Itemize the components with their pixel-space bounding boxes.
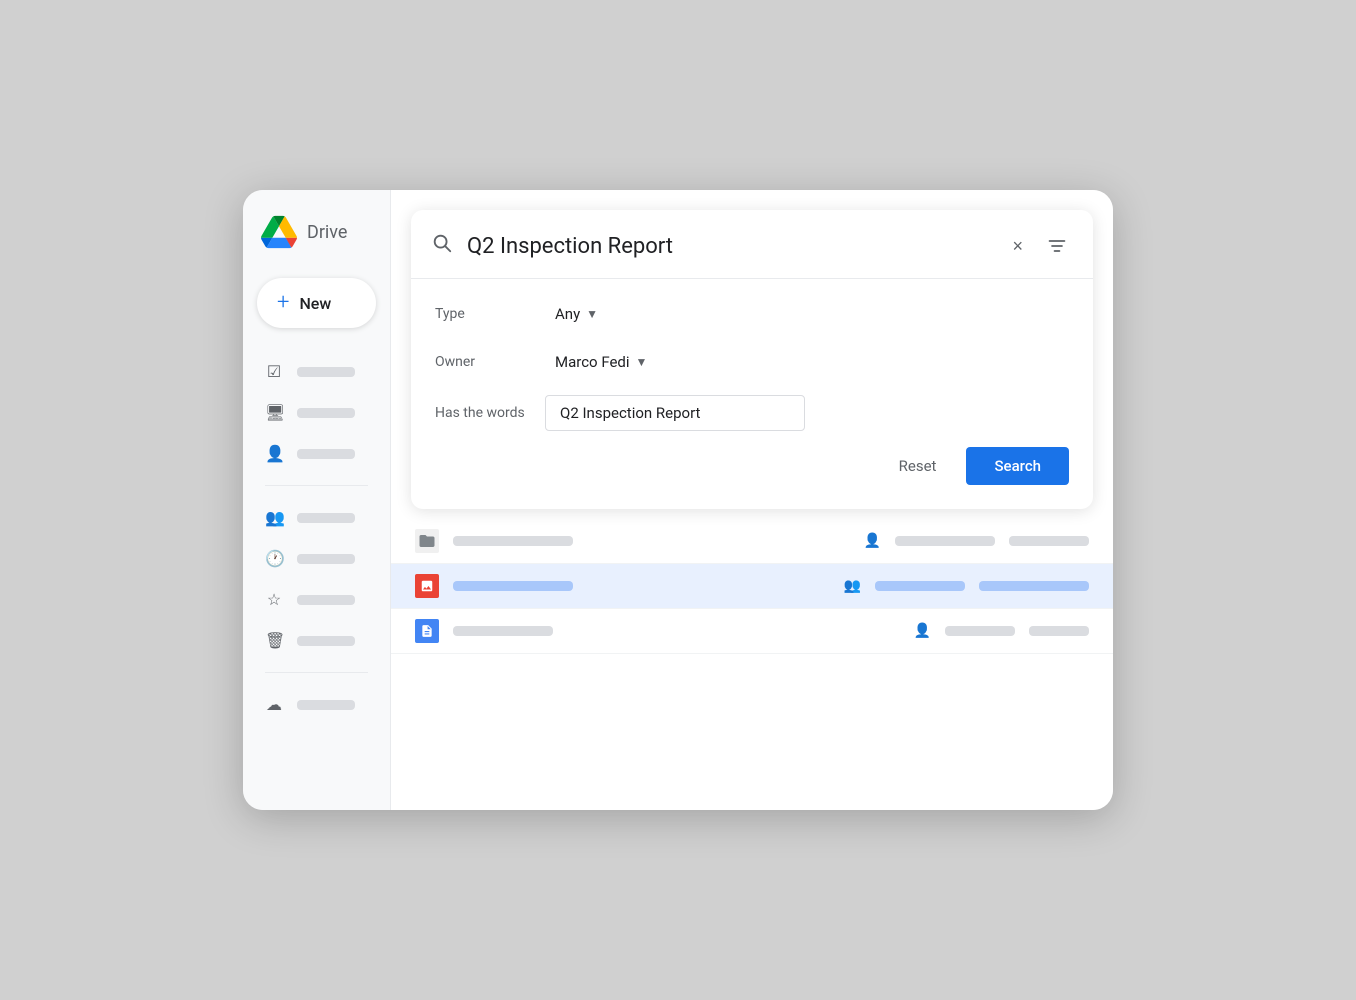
table-row[interactable]: 👤 [391, 609, 1113, 654]
sidebar-item-computers[interactable]: 🖥 [251, 393, 382, 432]
sidebar-item-label [297, 595, 355, 605]
people-icon: 👤 [265, 444, 283, 463]
sidebar-item-label [297, 408, 355, 418]
sidebar-item-label [297, 367, 355, 377]
file-size-bar [979, 581, 1089, 591]
sidebar-header: Drive [243, 214, 390, 278]
shared-people-icon: 👥 [265, 508, 283, 527]
owner-filter-label: Owner [435, 354, 525, 370]
file-list: 👤 👥 [391, 519, 1113, 810]
file-size-bar [1029, 626, 1089, 636]
image-icon [415, 574, 439, 598]
new-button[interactable]: + New [257, 278, 376, 328]
type-filter-value: Any [555, 305, 580, 323]
trash-icon: 🗑 [265, 631, 283, 650]
sidebar-nav: ☑ 🖥 👤 👥 🕐 ☆ [243, 352, 390, 724]
table-row[interactable]: 👤 [391, 519, 1113, 564]
file-date-bar [875, 581, 965, 591]
search-input[interactable] [467, 234, 992, 259]
search-header-actions: × [1006, 230, 1073, 262]
sidebar-item-trash[interactable]: 🗑 [251, 621, 382, 660]
shared-icon: 👤 [864, 533, 881, 549]
sidebar-item-label [297, 636, 355, 646]
sidebar-item-shared[interactable]: 👤 [251, 434, 382, 473]
sidebar-item-label [297, 554, 355, 564]
sidebar-item-label [297, 449, 355, 459]
doc-icon [415, 619, 439, 643]
reset-button[interactable]: Reset [881, 447, 955, 485]
shared-icon: 👥 [844, 578, 861, 594]
file-size-bar [1009, 536, 1089, 546]
close-button[interactable]: × [1006, 231, 1029, 261]
type-filter-select[interactable]: Any ▼ [545, 299, 608, 329]
owner-filter-select[interactable]: Marco Fedi ▼ [545, 347, 657, 377]
file-name-bar [453, 581, 573, 591]
check-icon: ☑ [265, 362, 283, 381]
sidebar-item-label [297, 700, 355, 710]
clock-icon: 🕐 [265, 549, 283, 568]
search-button[interactable]: Search [966, 447, 1069, 485]
star-icon: ☆ [265, 590, 283, 609]
words-filter-row: Has the words [435, 395, 1069, 431]
words-filter-label: Has the words [435, 405, 525, 421]
app-window: Drive + New ☑ 🖥 👤 👥 [243, 190, 1113, 810]
type-filter-row: Type Any ▼ [435, 299, 1069, 329]
sidebar-divider-2 [265, 672, 368, 673]
sidebar-divider [265, 485, 368, 486]
type-dropdown-arrow-icon: ▼ [586, 307, 598, 321]
search-panel: × Type Any ▼ [411, 210, 1093, 509]
plus-icon: + [277, 292, 289, 314]
file-name-bar [453, 626, 553, 636]
search-icon [431, 232, 453, 260]
table-row[interactable]: 👥 [391, 564, 1113, 609]
owner-dropdown-arrow-icon: ▼ [636, 355, 648, 369]
sidebar-item-shared-with-me[interactable]: 👥 [251, 498, 382, 537]
sidebar-item-label [297, 513, 355, 523]
search-header: × [411, 210, 1093, 279]
cloud-icon: ☁ [265, 695, 283, 714]
sidebar-item-starred[interactable]: ☆ [251, 580, 382, 619]
words-filter-input[interactable] [545, 395, 805, 431]
drive-logo-icon [261, 214, 297, 250]
type-filter-label: Type [435, 306, 525, 322]
sidebar-item-recent[interactable]: 🕐 [251, 539, 382, 578]
folder-icon [415, 529, 439, 553]
search-filters: Type Any ▼ Owner Marco Fedi ▼ Ha [411, 279, 1093, 439]
file-date-bar [895, 536, 995, 546]
new-button-label: New [299, 294, 331, 313]
sidebar: Drive + New ☑ 🖥 👤 👥 [243, 190, 391, 810]
app-title: Drive [307, 222, 347, 243]
filter-options-button[interactable] [1041, 230, 1073, 262]
sidebar-item-storage[interactable]: ☁ [251, 685, 382, 724]
file-date-bar [945, 626, 1015, 636]
shared-icon: 👤 [914, 623, 931, 639]
sidebar-item-mydrive[interactable]: ☑ [251, 352, 382, 391]
main-content: × Type Any ▼ [391, 190, 1113, 810]
owner-filter-value: Marco Fedi [555, 353, 630, 371]
search-action-buttons: Reset Search [411, 439, 1093, 485]
owner-filter-row: Owner Marco Fedi ▼ [435, 347, 1069, 377]
file-name-bar [453, 536, 573, 546]
monitor-icon: 🖥 [265, 403, 283, 422]
